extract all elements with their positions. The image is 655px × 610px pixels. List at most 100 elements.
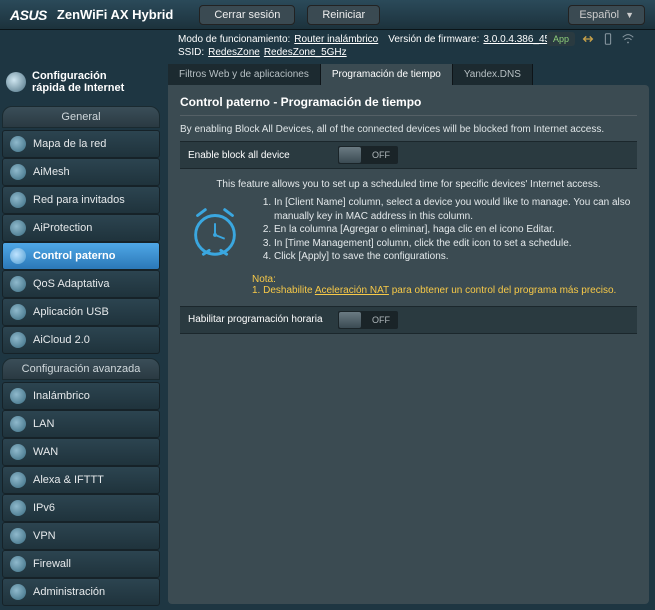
toggle-off-text: OFF <box>372 315 390 325</box>
enable-schedule-toggle[interactable]: OFF <box>338 311 398 329</box>
sidebar: Configuración rápida de Internet General… <box>0 62 162 610</box>
divider <box>180 115 637 116</box>
nav-icon <box>10 472 26 488</box>
usb-icon[interactable] <box>601 32 615 46</box>
nav-icon <box>10 444 26 460</box>
sidebar-item-label: Red para invitados <box>33 194 125 206</box>
intro-text: By enabling Block All Devices, all of th… <box>180 124 637 135</box>
sidebar-item-label: VPN <box>33 530 56 542</box>
sidebar-item-control-paterno[interactable]: Control paterno <box>2 242 160 270</box>
mode-label: Modo de funcionamiento: <box>178 34 290 45</box>
step-2: En la columna [Agregar o eliminar], haga… <box>274 223 633 237</box>
sidebar-item-label: LAN <box>33 418 54 430</box>
sidebar-item-label: AiProtection <box>33 222 92 234</box>
group-general: General <box>2 106 160 128</box>
nav-icon <box>10 556 26 572</box>
nav-icon <box>10 136 26 152</box>
sidebar-item-lan[interactable]: LAN <box>2 410 160 438</box>
sidebar-item-label: AiMesh <box>33 166 70 178</box>
quick-setup-button[interactable]: Configuración rápida de Internet <box>2 66 160 102</box>
nav-icon <box>10 500 26 516</box>
row-block-all: Enable block all device OFF <box>180 141 637 169</box>
note-block: Nota: 1. Deshabilite Aceleración NAT par… <box>252 274 637 296</box>
logout-button[interactable]: Cerrar sesión <box>199 5 295 25</box>
nav-icon <box>10 304 26 320</box>
quick-line2: rápida de Internet <box>32 82 124 94</box>
note-label: Nota: <box>252 274 276 285</box>
note-suffix: para obtener un control del programa más… <box>389 285 616 296</box>
sidebar-item-label: AiCloud 2.0 <box>33 334 90 346</box>
step-1: In [Client Name] column, select a device… <box>274 196 633 223</box>
ssid-label: SSID: <box>178 47 204 58</box>
panel-title: Control paterno - Programación de tiempo <box>180 95 637 109</box>
enable-schedule-label: Habilitar programación horaria <box>188 314 338 325</box>
sidebar-item-firewall[interactable]: Firewall <box>2 550 160 578</box>
sidebar-item-aiprotection[interactable]: AiProtection <box>2 214 160 242</box>
alarm-clock-icon <box>184 200 246 262</box>
link-icon[interactable] <box>581 32 595 46</box>
app-badge[interactable]: App <box>547 32 575 46</box>
chevron-down-icon: ▼ <box>625 10 634 20</box>
nav-icon <box>10 388 26 404</box>
reboot-button[interactable]: Reiniciar <box>307 5 380 25</box>
tab-1[interactable]: Programación de tiempo <box>321 64 453 85</box>
nav-icon <box>10 528 26 544</box>
toggle-off-text: OFF <box>372 150 390 160</box>
sidebar-item-label: Firewall <box>33 558 71 570</box>
nav-icon <box>10 276 26 292</box>
feature-text: This feature allows you to set up a sche… <box>180 179 637 190</box>
nav-icon <box>10 164 26 180</box>
tab-2[interactable]: Yandex.DNS <box>453 64 533 85</box>
nav-icon <box>10 220 26 236</box>
toggle-knob <box>339 312 361 328</box>
toggle-knob <box>339 147 361 163</box>
step-3: In [Time Management] column, click the e… <box>274 237 633 251</box>
ssid2-link[interactable]: RedesZone_5GHz <box>264 47 347 58</box>
sidebar-item-inal-mbrico[interactable]: Inalámbrico <box>2 382 160 410</box>
sidebar-item-label: WAN <box>33 446 58 458</box>
block-all-label: Enable block all device <box>188 150 338 161</box>
note-prefix: 1. Deshabilite <box>252 285 315 296</box>
sidebar-item-label: IPv6 <box>33 502 55 514</box>
row-enable-schedule: Habilitar programación horaria OFF <box>180 306 637 334</box>
sidebar-item-aplicaci-n-usb[interactable]: Aplicación USB <box>2 298 160 326</box>
fw-label: Versión de firmware: <box>388 34 479 45</box>
sidebar-item-label: Control paterno <box>33 250 116 262</box>
sidebar-item-administraci-n[interactable]: Administración <box>2 578 160 606</box>
sidebar-item-label: Alexa & IFTTT <box>33 474 104 486</box>
sidebar-item-wan[interactable]: WAN <box>2 438 160 466</box>
sidebar-item-aimesh[interactable]: AiMesh <box>2 158 160 186</box>
step-4: Click [Apply] to save the configurations… <box>274 250 633 264</box>
block-all-toggle[interactable]: OFF <box>338 146 398 164</box>
sidebar-item-red-para-invitados[interactable]: Red para invitados <box>2 186 160 214</box>
status-icons: App <box>547 32 635 46</box>
language-dropdown[interactable]: Español ▼ <box>568 5 645 25</box>
sidebar-item-alexa-ifttt[interactable]: Alexa & IFTTT <box>2 466 160 494</box>
sidebar-item-mapa-de-la-red[interactable]: Mapa de la red <box>2 130 160 158</box>
nav-icon <box>10 192 26 208</box>
nat-accel-link[interactable]: Aceleración NAT <box>315 285 389 296</box>
sidebar-item-label: QoS Adaptativa <box>33 278 109 290</box>
group-advanced: Configuración avanzada <box>2 358 160 380</box>
ssid1-link[interactable]: RedesZone <box>208 47 260 58</box>
top-bar: ASUS ZenWiFi AX Hybrid Cerrar sesión Rei… <box>0 0 655 30</box>
sidebar-item-label: Inalámbrico <box>33 390 90 402</box>
sidebar-item-ipv6[interactable]: IPv6 <box>2 494 160 522</box>
nav-icon <box>10 416 26 432</box>
gear-icon <box>6 72 26 92</box>
language-label: Español <box>579 9 619 21</box>
wifi-icon[interactable] <box>621 32 635 46</box>
info-bar: Modo de funcionamiento: Router inalámbri… <box>0 30 655 62</box>
sidebar-item-label: Mapa de la red <box>33 138 106 150</box>
nav-icon <box>10 332 26 348</box>
sidebar-item-qos-adaptativa[interactable]: QoS Adaptativa <box>2 270 160 298</box>
instructions: In [Client Name] column, select a device… <box>180 196 637 264</box>
quick-line1: Configuración <box>32 70 124 82</box>
sidebar-item-aicloud-2-0[interactable]: AiCloud 2.0 <box>2 326 160 354</box>
mode-link[interactable]: Router inalámbrico <box>294 34 378 45</box>
model-name: ZenWiFi AX Hybrid <box>57 7 173 22</box>
content-panel: Control paterno - Programación de tiempo… <box>168 85 649 604</box>
tab-0[interactable]: Filtros Web y de aplicaciones <box>168 64 321 85</box>
sidebar-item-vpn[interactable]: VPN <box>2 522 160 550</box>
brand-logo: ASUS <box>10 7 47 23</box>
